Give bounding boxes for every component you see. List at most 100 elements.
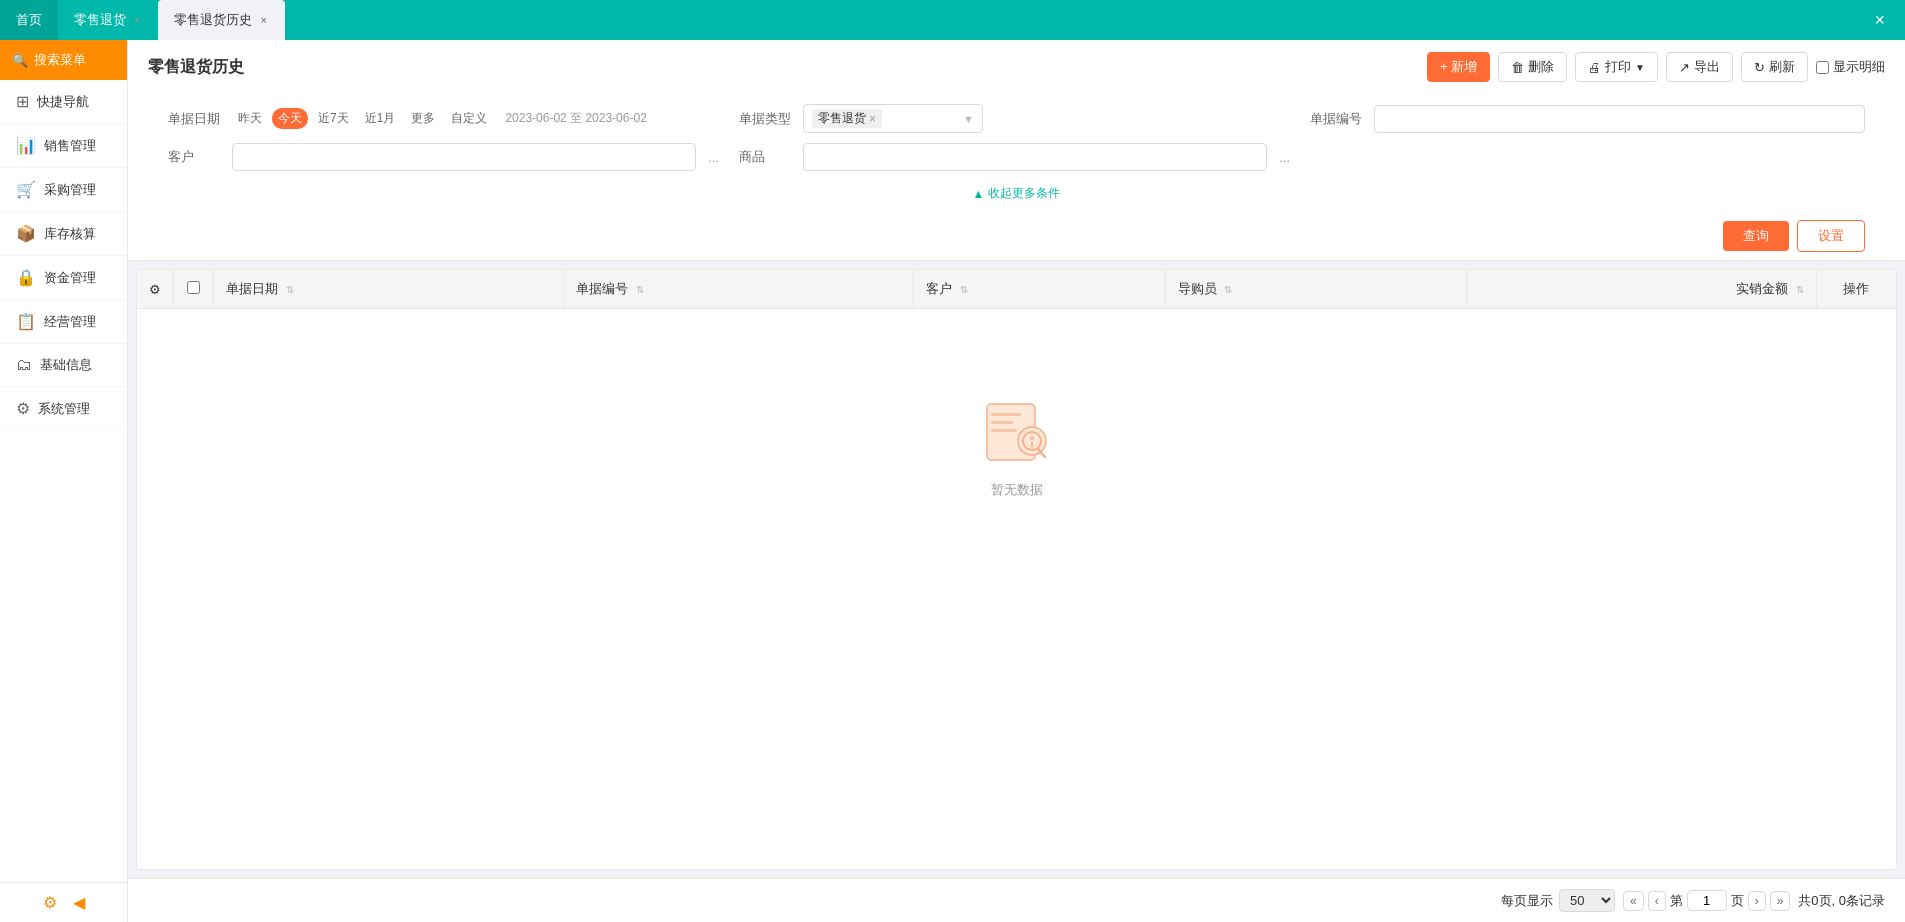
content-area: 零售退货历史 + 新增 🗑 删除 🖨 打印 ▼ ↗ 导出: [128, 40, 1905, 922]
sidebar-item-purchase[interactable]: 🛒采购管理: [0, 168, 127, 212]
table-container: ⚙ 单据日期 ⇅ 单据编号 ⇅: [136, 269, 1897, 870]
goods-ellipsis-button[interactable]: ...: [1275, 146, 1294, 169]
th-doc-no: 单据编号 ⇅: [563, 270, 913, 309]
refresh-label: 刷新: [1769, 58, 1795, 76]
print-label: 打印: [1605, 58, 1631, 76]
page-total-info: 共0页, 0条记录: [1798, 892, 1885, 910]
date-opt-more[interactable]: 更多: [405, 108, 441, 129]
table-header: ⚙ 单据日期 ⇅ 单据编号 ⇅: [137, 270, 1896, 309]
th-date-label: 单据日期: [226, 281, 278, 296]
table-settings-icon[interactable]: ⚙: [149, 282, 161, 297]
print-button[interactable]: 🖨 打印 ▼: [1575, 52, 1658, 82]
date-opt-last7[interactable]: 近7天: [312, 108, 355, 129]
sidebar-search-label: 搜索菜单: [34, 51, 86, 69]
sidebar-item-quick-nav[interactable]: ⊞快捷导航: [0, 80, 127, 124]
window-close-button[interactable]: ×: [1866, 10, 1893, 31]
doc-no-filter-item: 单据编号: [1310, 105, 1865, 133]
page-header: 零售退货历史 + 新增 🗑 删除 🖨 打印 ▼ ↗ 导出: [128, 40, 1905, 261]
export-label: 导出: [1694, 58, 1720, 76]
doc-no-input[interactable]: [1374, 105, 1865, 133]
th-amount-sort-icon[interactable]: ⇅: [1796, 284, 1804, 295]
sidebar-item-basic-info[interactable]: 🗂基础信息: [0, 344, 127, 387]
query-button[interactable]: 查询: [1723, 221, 1789, 251]
th-date-sort-icon[interactable]: ⇅: [286, 284, 294, 295]
date-opt-last1month[interactable]: 近1月: [359, 108, 402, 129]
add-button[interactable]: + 新增: [1427, 52, 1490, 82]
svg-rect-1: [991, 413, 1021, 416]
search-icon: 🔍: [12, 53, 28, 68]
th-settings[interactable]: ⚙: [137, 270, 174, 309]
sidebar-item-operations[interactable]: 📋 经营管理: [0, 300, 127, 344]
show-detail-label: 显示明细: [1833, 58, 1885, 76]
select-all-checkbox[interactable]: [187, 281, 200, 294]
goods-input[interactable]: [803, 143, 1267, 171]
th-action-label: 操作: [1843, 281, 1869, 296]
date-opt-yesterday[interactable]: 昨天: [232, 108, 268, 129]
delete-button[interactable]: 🗑 删除: [1498, 52, 1567, 82]
th-guide-label: 导购员: [1178, 281, 1217, 296]
page-first-button[interactable]: «: [1623, 891, 1644, 911]
per-page-label: 每页显示: [1501, 892, 1553, 910]
page-next-button[interactable]: ›: [1748, 891, 1766, 911]
date-filter-item: 单据日期 昨天今天近7天近1月更多自定义 2023-06-02 至 2023-0…: [168, 108, 723, 129]
customer-ellipsis-button[interactable]: ...: [704, 146, 723, 169]
svg-point-7: [1030, 436, 1034, 440]
export-button[interactable]: ↗ 导出: [1666, 52, 1733, 82]
sidebar-icon-finance: 🔒: [16, 268, 36, 287]
page-label: 第: [1670, 892, 1683, 910]
date-range-display: 2023-06-02 至 2023-06-02: [505, 110, 646, 127]
top-bar-right: ×: [1854, 10, 1905, 31]
th-doc-no-sort-icon[interactable]: ⇅: [636, 284, 644, 295]
page-input[interactable]: [1687, 890, 1727, 911]
sidebar-icon-operations: 📋: [16, 312, 36, 331]
print-icon: 🖨: [1588, 60, 1601, 75]
doc-type-label: 单据类型: [739, 110, 795, 128]
filter-settings-button[interactable]: 设置: [1797, 220, 1865, 252]
th-customer-sort-icon[interactable]: ⇅: [960, 284, 968, 295]
date-opt-custom[interactable]: 自定义: [445, 108, 493, 129]
sidebar-settings-icon[interactable]: ⚙: [43, 893, 57, 912]
sidebar-item-finance[interactable]: 🔒 资金管理: [0, 256, 127, 300]
sidebar-label-finance: 资金管理: [44, 269, 96, 287]
tab-retail-return-history[interactable]: 零售退货历史×: [158, 0, 284, 40]
sidebar-label-operations: 经营管理: [44, 313, 96, 331]
doc-type-tag-remove[interactable]: ×: [869, 112, 876, 126]
date-opt-today[interactable]: 今天: [272, 108, 308, 129]
page-last-button[interactable]: »: [1770, 891, 1791, 911]
tab-close-retail-return[interactable]: ×: [132, 13, 142, 27]
refresh-button[interactable]: ↻ 刷新: [1741, 52, 1808, 82]
svg-rect-3: [991, 429, 1017, 432]
tab-home[interactable]: 首页: [0, 0, 58, 40]
th-guide-sort-icon[interactable]: ⇅: [1224, 284, 1232, 295]
sidebar-icon-sales: 📊: [16, 136, 36, 155]
filter-row-1: 单据日期 昨天今天近7天近1月更多自定义 2023-06-02 至 2023-0…: [168, 104, 1865, 133]
doc-type-tag-text: 零售退货: [818, 110, 866, 127]
date-filter-label: 单据日期: [168, 110, 224, 128]
sidebar-icon-quick-nav: ⊞: [16, 92, 29, 111]
collapse-button[interactable]: ▲ 收起更多条件: [168, 181, 1865, 210]
doc-type-tags: 零售退货 ×: [812, 109, 882, 128]
doc-type-select[interactable]: 零售退货 × ▼: [803, 104, 983, 133]
page-prev-button[interactable]: ‹: [1648, 891, 1666, 911]
sidebar-label-purchase: 采购管理: [44, 181, 96, 199]
sidebar-item-sales[interactable]: 📊销售管理: [0, 124, 127, 168]
doc-no-label: 单据编号: [1310, 110, 1366, 128]
delete-label: 删除: [1528, 58, 1554, 76]
tab-retail-return[interactable]: 零售退货×: [58, 0, 158, 40]
sidebar-search-button[interactable]: 🔍 搜索菜单: [0, 40, 127, 80]
customer-input[interactable]: [232, 143, 696, 171]
tab-close-retail-return-history[interactable]: ×: [258, 13, 268, 27]
empty-state-cell: 暂无数据: [137, 309, 1896, 580]
show-detail-checkbox[interactable]: 显示明细: [1816, 58, 1885, 76]
sidebar-item-system[interactable]: ⚙系统管理: [0, 387, 127, 431]
sidebar-menu: ⊞快捷导航📊销售管理🛒采购管理📦库存核算 🔒 资金管理 📋 经营管理 🗂基础信息⚙系统管理: [0, 80, 127, 882]
th-action: 操作: [1816, 270, 1896, 309]
th-checkbox[interactable]: [174, 270, 214, 309]
sidebar-item-inventory[interactable]: 📦库存核算: [0, 212, 127, 256]
sidebar-collapse-icon[interactable]: ◀: [73, 893, 85, 912]
customer-label: 客户: [168, 148, 224, 166]
show-detail-input[interactable]: [1816, 61, 1829, 74]
filter-row-2: 客户 ... 商品 ...: [168, 143, 1865, 171]
date-options: 昨天今天近7天近1月更多自定义: [232, 108, 493, 129]
per-page-select[interactable]: 102050100: [1559, 889, 1615, 912]
